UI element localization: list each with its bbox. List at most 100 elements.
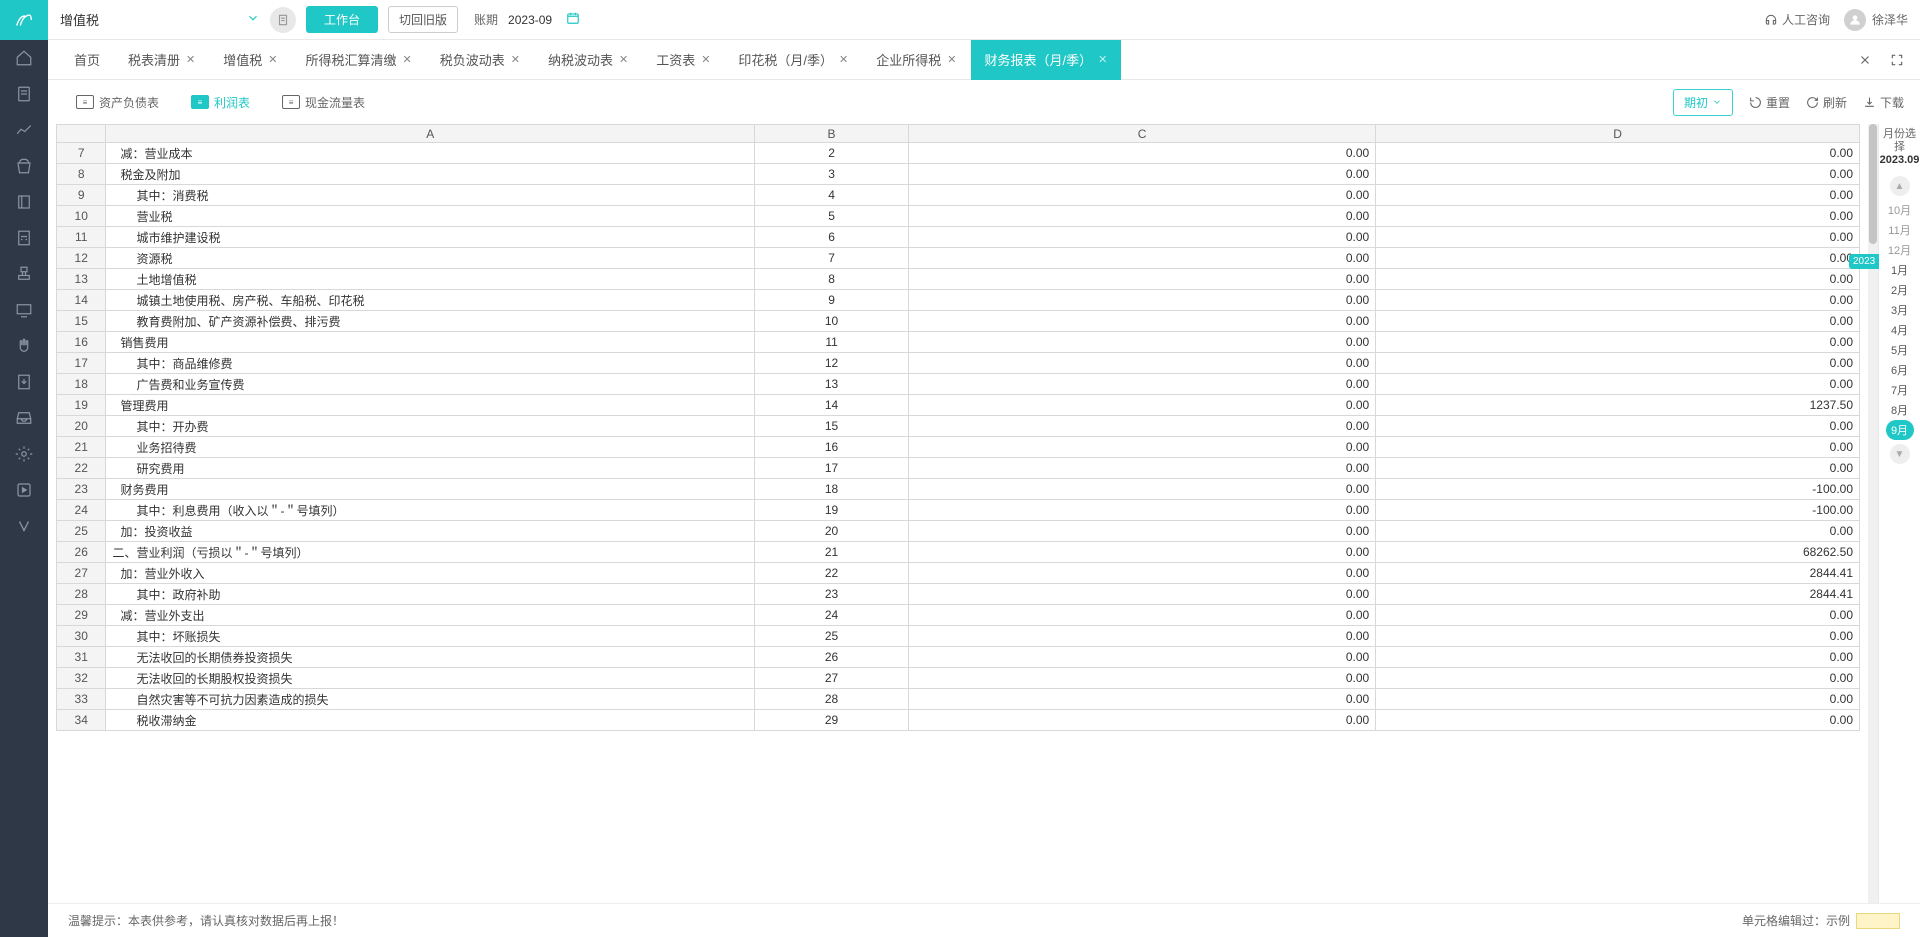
cell-c[interactable]: 0.00 bbox=[909, 227, 1376, 248]
month-option[interactable]: 3月 bbox=[1879, 300, 1920, 320]
cell-c[interactable]: 0.00 bbox=[909, 143, 1376, 164]
cell-b[interactable]: 18 bbox=[755, 479, 909, 500]
nav-doc-icon[interactable] bbox=[0, 76, 48, 112]
cell-a[interactable]: 加：投资收益 bbox=[106, 521, 755, 542]
cell-d[interactable]: -100.00 bbox=[1376, 500, 1860, 521]
tab-item[interactable]: 增值税✕ bbox=[209, 40, 291, 80]
row-header[interactable]: 25 bbox=[57, 521, 106, 542]
cell-d[interactable]: 0.00 bbox=[1376, 248, 1860, 269]
tab-item[interactable]: 税负波动表✕ bbox=[426, 40, 534, 80]
corner-cell[interactable] bbox=[57, 125, 106, 143]
cell-b[interactable]: 15 bbox=[755, 416, 909, 437]
cell-d[interactable]: 0.00 bbox=[1376, 689, 1860, 710]
cell-c[interactable]: 0.00 bbox=[909, 479, 1376, 500]
cell-b[interactable]: 29 bbox=[755, 710, 909, 731]
cell-c[interactable]: 0.00 bbox=[909, 374, 1376, 395]
cell-c[interactable]: 0.00 bbox=[909, 311, 1376, 332]
row-header[interactable]: 16 bbox=[57, 332, 106, 353]
cell-b[interactable]: 13 bbox=[755, 374, 909, 395]
cell-d[interactable]: 0.00 bbox=[1376, 647, 1860, 668]
tab-item[interactable]: 企业所得税✕ bbox=[862, 40, 970, 80]
tab-close-icon[interactable]: ✕ bbox=[403, 53, 412, 66]
row-header[interactable]: 33 bbox=[57, 689, 106, 710]
cell-c[interactable]: 0.00 bbox=[909, 164, 1376, 185]
row-header[interactable]: 19 bbox=[57, 395, 106, 416]
scrollbar-thumb[interactable] bbox=[1869, 124, 1877, 244]
col-header-b[interactable]: B bbox=[755, 125, 909, 143]
cell-c[interactable]: 0.00 bbox=[909, 416, 1376, 437]
cell-d[interactable]: 0.00 bbox=[1376, 416, 1860, 437]
cell-b[interactable]: 26 bbox=[755, 647, 909, 668]
cell-c[interactable]: 0.00 bbox=[909, 584, 1376, 605]
tab-close-icon[interactable]: ✕ bbox=[511, 53, 520, 66]
cell-a[interactable]: 其中：政府补助 bbox=[106, 584, 755, 605]
row-header[interactable]: 18 bbox=[57, 374, 106, 395]
cell-c[interactable]: 0.00 bbox=[909, 689, 1376, 710]
period-initial-button[interactable]: 期初 bbox=[1673, 89, 1733, 116]
tab-item[interactable]: 财务报表（月/季）✕ bbox=[971, 40, 1122, 80]
row-header[interactable]: 14 bbox=[57, 290, 106, 311]
cell-d[interactable]: 0.00 bbox=[1376, 185, 1860, 206]
cell-d[interactable]: 0.00 bbox=[1376, 164, 1860, 185]
cell-c[interactable]: 0.00 bbox=[909, 500, 1376, 521]
vertical-scrollbar[interactable] bbox=[1868, 124, 1878, 903]
tab-item[interactable]: 纳税波动表✕ bbox=[534, 40, 642, 80]
nav-monitor-icon[interactable] bbox=[0, 292, 48, 328]
month-option[interactable]: 5月 bbox=[1879, 340, 1920, 360]
cell-b[interactable]: 20 bbox=[755, 521, 909, 542]
cell-a[interactable]: 其中：利息费用（收入以＂-＂号填列） bbox=[106, 500, 755, 521]
cell-c[interactable]: 0.00 bbox=[909, 395, 1376, 416]
cell-a[interactable]: 其中：坏账损失 bbox=[106, 626, 755, 647]
month-option[interactable]: 4月 bbox=[1879, 320, 1920, 340]
cell-c[interactable]: 0.00 bbox=[909, 332, 1376, 353]
cell-d[interactable]: 0.00 bbox=[1376, 290, 1860, 311]
nav-book-icon[interactable] bbox=[0, 184, 48, 220]
cell-b[interactable]: 5 bbox=[755, 206, 909, 227]
month-option[interactable]: 6月 bbox=[1879, 360, 1920, 380]
cell-d[interactable]: 0.00 bbox=[1376, 668, 1860, 689]
cell-d[interactable]: 0.00 bbox=[1376, 437, 1860, 458]
nav-inbox-icon[interactable] bbox=[0, 400, 48, 436]
cell-d[interactable]: 2844.41 bbox=[1376, 584, 1860, 605]
cell-d[interactable]: 0.00 bbox=[1376, 626, 1860, 647]
cell-a[interactable]: 自然灾害等不可抗力因素造成的损失 bbox=[106, 689, 755, 710]
cell-a[interactable]: 营业税 bbox=[106, 206, 755, 227]
company-selector[interactable]: 增值税 bbox=[60, 10, 260, 29]
cell-c[interactable]: 0.00 bbox=[909, 206, 1376, 227]
report-subtab[interactable]: ≡现金流量表 bbox=[270, 88, 377, 117]
cell-c[interactable]: 0.00 bbox=[909, 521, 1376, 542]
row-header[interactable]: 34 bbox=[57, 710, 106, 731]
cell-a[interactable]: 其中：商品维修费 bbox=[106, 353, 755, 374]
cell-a[interactable]: 销售费用 bbox=[106, 332, 755, 353]
cell-b[interactable]: 25 bbox=[755, 626, 909, 647]
cell-c[interactable]: 0.00 bbox=[909, 542, 1376, 563]
row-header[interactable]: 30 bbox=[57, 626, 106, 647]
cell-d[interactable]: 0.00 bbox=[1376, 353, 1860, 374]
cell-c[interactable]: 0.00 bbox=[909, 269, 1376, 290]
cell-d[interactable]: 0.00 bbox=[1376, 332, 1860, 353]
nav-play-icon[interactable] bbox=[0, 472, 48, 508]
cell-a[interactable]: 土地增值税 bbox=[106, 269, 755, 290]
cell-a[interactable]: 研究费用 bbox=[106, 458, 755, 479]
close-all-tabs-button[interactable] bbox=[1854, 49, 1876, 71]
cell-d[interactable]: 0.00 bbox=[1376, 374, 1860, 395]
cell-b[interactable]: 10 bbox=[755, 311, 909, 332]
row-header[interactable]: 21 bbox=[57, 437, 106, 458]
col-header-c[interactable]: C bbox=[909, 125, 1376, 143]
nav-hand-icon[interactable] bbox=[0, 328, 48, 364]
row-header[interactable]: 27 bbox=[57, 563, 106, 584]
tab-item[interactable]: 税表清册✕ bbox=[114, 40, 209, 80]
tab-item[interactable]: 所得税汇算清缴✕ bbox=[291, 40, 425, 80]
cell-d[interactable]: 0.00 bbox=[1376, 269, 1860, 290]
cell-b[interactable]: 14 bbox=[755, 395, 909, 416]
cell-a[interactable]: 广告费和业务宣传费 bbox=[106, 374, 755, 395]
cell-a[interactable]: 税金及附加 bbox=[106, 164, 755, 185]
row-header[interactable]: 22 bbox=[57, 458, 106, 479]
report-subtab[interactable]: ≡利润表 bbox=[179, 88, 262, 117]
tab-close-icon[interactable]: ✕ bbox=[701, 53, 710, 66]
cell-c[interactable]: 0.00 bbox=[909, 563, 1376, 584]
cell-b[interactable]: 28 bbox=[755, 689, 909, 710]
cell-a[interactable]: 业务招待费 bbox=[106, 437, 755, 458]
col-header-d[interactable]: D bbox=[1376, 125, 1860, 143]
month-option[interactable]: 8月 bbox=[1879, 400, 1920, 420]
